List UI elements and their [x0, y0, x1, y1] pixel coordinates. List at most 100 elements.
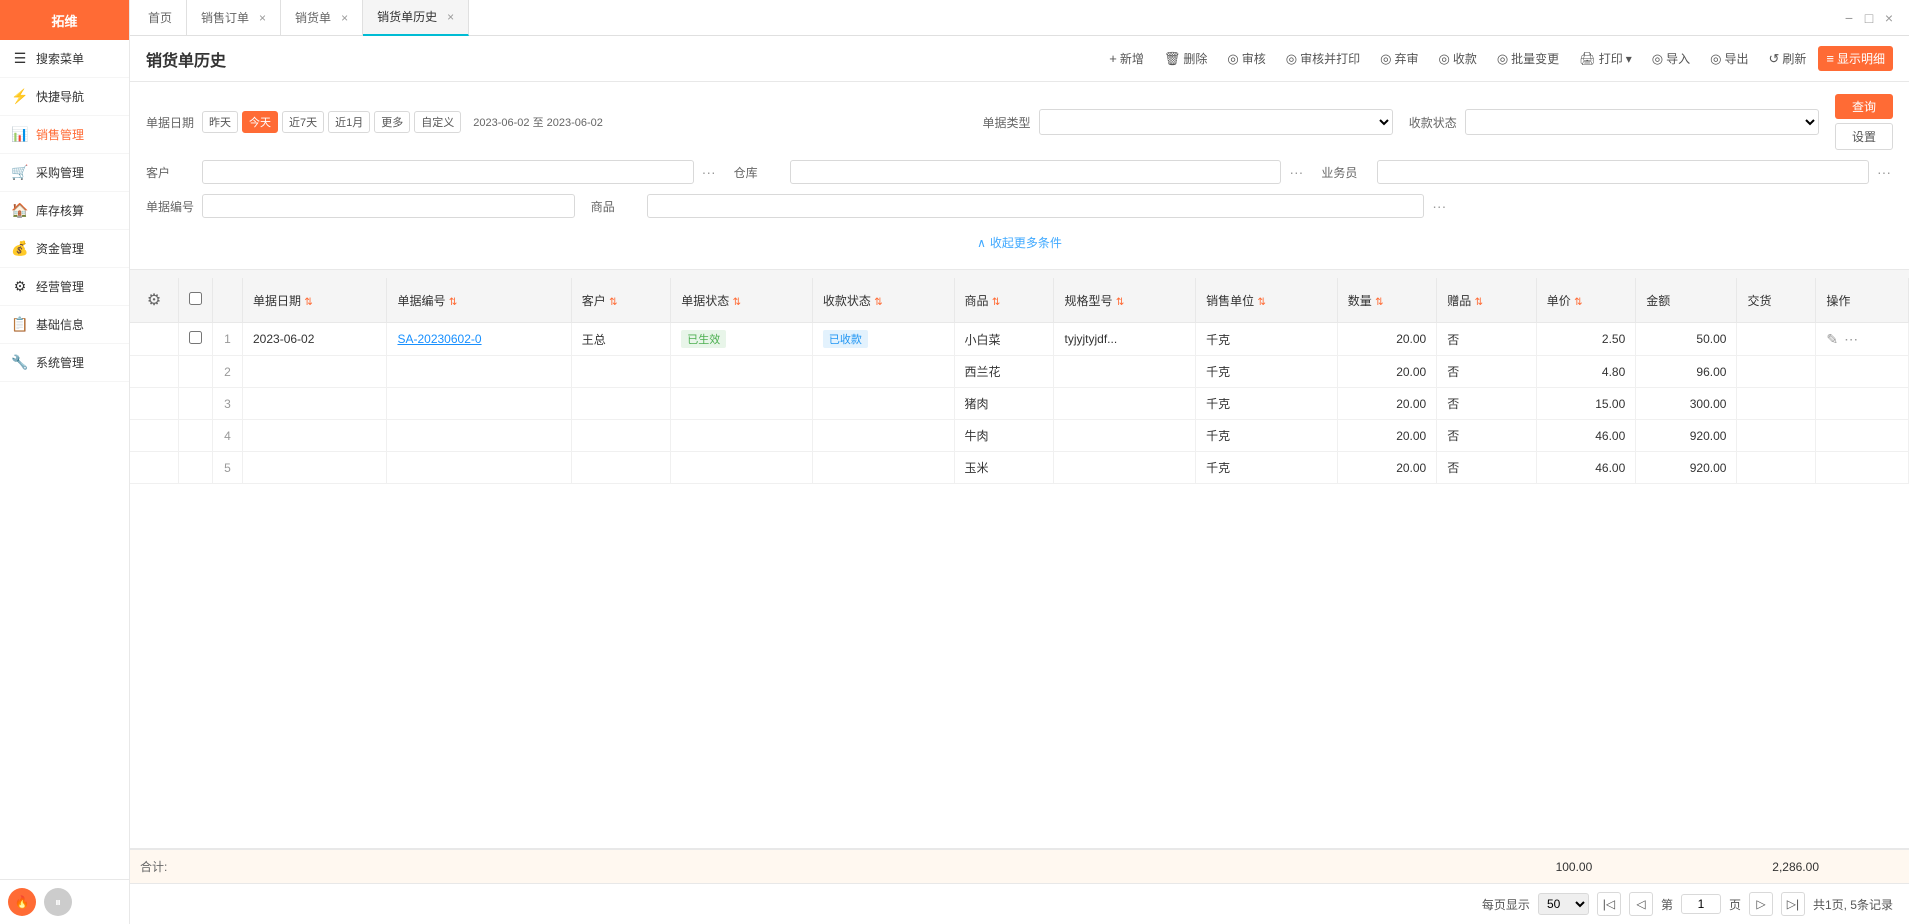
show-detail-button[interactable]: ≡ 显示明细: [1818, 46, 1893, 71]
salesperson-ellipsis-btn[interactable]: ···: [1875, 164, 1893, 180]
th-gift[interactable]: 赠品 ⇅: [1437, 278, 1537, 323]
th-unit[interactable]: 销售单位 ⇅: [1196, 278, 1338, 323]
th-checkbox[interactable]: [179, 278, 213, 323]
th-date[interactable]: 单据日期 ⇅: [243, 278, 387, 323]
tab-sales-goods[interactable]: 销货单 ×: [281, 0, 363, 36]
export-button[interactable]: ◎ 导出: [1702, 46, 1756, 71]
query-button[interactable]: 查询: [1835, 94, 1893, 119]
sidebar-item-finance-mgmt[interactable]: 💰 资金管理: [0, 230, 129, 268]
tab-close-sales-order[interactable]: ×: [259, 11, 266, 25]
goods-input[interactable]: [647, 194, 1425, 218]
goods-label: 商品: [591, 198, 641, 215]
tab-close-sales-goods[interactable]: ×: [341, 11, 348, 25]
more-action-icon-0[interactable]: ⋯: [1844, 331, 1858, 348]
sidebar-item-sales-mgmt[interactable]: 📊 销售管理: [0, 116, 129, 154]
th-collect-status[interactable]: 收款状态 ⇅: [812, 278, 954, 323]
edit-action-icon-0[interactable]: ✎: [1826, 331, 1838, 348]
tab-home[interactable]: 首页: [134, 0, 187, 36]
sidebar-item-purchase-mgmt[interactable]: 🛒 采购管理: [0, 154, 129, 192]
search-menu-icon: ☰: [12, 51, 28, 67]
th-customer[interactable]: 客户 ⇅: [571, 278, 671, 323]
doc-type-select[interactable]: [1039, 109, 1393, 135]
sidebar-item-search-menu[interactable]: ☰ 搜索菜单: [0, 40, 129, 78]
td-doc-no-4[interactable]: [387, 452, 571, 484]
pause-icon-btn[interactable]: ⏸: [44, 888, 72, 916]
th-doc-status[interactable]: 单据状态 ⇅: [671, 278, 813, 323]
add-icon: +: [1109, 51, 1117, 66]
date-range-buttons: 昨天 今天 近7天 近1月 更多 自定义: [202, 111, 461, 133]
th-settings[interactable]: ⚙: [130, 278, 179, 323]
td-doc-no-2[interactable]: [387, 388, 571, 420]
collect-status-select[interactable]: [1465, 109, 1819, 135]
date-btn-7days[interactable]: 近7天: [282, 111, 324, 133]
th-doc-no[interactable]: 单据编号 ⇅: [387, 278, 571, 323]
td-check-1[interactable]: [179, 356, 213, 388]
td-action-0: ✎⋯: [1816, 323, 1909, 356]
th-quantity[interactable]: 数量 ⇅: [1337, 278, 1437, 323]
sidebar-item-operation-mgmt[interactable]: ⚙ 经营管理: [0, 268, 129, 306]
td-action-4: [1816, 452, 1909, 484]
table-settings-icon[interactable]: ⚙: [140, 286, 168, 314]
abandon-button[interactable]: ◎ 弃审: [1372, 46, 1426, 71]
prev-page-btn[interactable]: ◁: [1629, 892, 1653, 916]
table-row: 4 牛肉 千克 20.00 否 46.00 920.00: [130, 420, 1909, 452]
maximize-btn[interactable]: □: [1861, 10, 1877, 26]
date-btn-today[interactable]: 今天: [242, 111, 278, 133]
page-number-input[interactable]: [1681, 894, 1721, 914]
minimize-btn[interactable]: −: [1841, 10, 1857, 26]
close-btn[interactable]: ×: [1881, 10, 1897, 26]
td-check-0[interactable]: [179, 323, 213, 356]
date-btn-more[interactable]: 更多: [374, 111, 410, 133]
settings-button[interactable]: 设置: [1835, 123, 1893, 150]
per-page-select[interactable]: 50 100 200: [1538, 893, 1589, 915]
td-doc-no-1[interactable]: [387, 356, 571, 388]
td-check-4[interactable]: [179, 452, 213, 484]
collapse-more-btn[interactable]: ∧ 收起更多条件: [146, 228, 1893, 257]
refresh-button[interactable]: ↺ 刷新: [1760, 46, 1814, 71]
td-check-3[interactable]: [179, 420, 213, 452]
import-button[interactable]: ◎ 导入: [1644, 46, 1698, 71]
tab-close-sales-history[interactable]: ×: [447, 10, 454, 24]
sidebar-item-quick-nav[interactable]: ⚡ 快捷导航: [0, 78, 129, 116]
th-price[interactable]: 单价 ⇅: [1536, 278, 1636, 323]
tab-sales-order[interactable]: 销售订单 ×: [187, 0, 281, 36]
doc-no-input[interactable]: [202, 194, 575, 218]
doc-no-link-0[interactable]: SA-20230602-0: [397, 332, 481, 346]
collect-button[interactable]: ◎ 收款: [1430, 46, 1484, 71]
date-btn-custom[interactable]: 自定义: [414, 111, 461, 133]
th-spec[interactable]: 规格型号 ⇅: [1054, 278, 1196, 323]
next-page-btn[interactable]: ▷: [1749, 892, 1773, 916]
last-page-btn[interactable]: ▷|: [1781, 892, 1805, 916]
sidebar-item-system-mgmt[interactable]: 🔧 系统管理: [0, 344, 129, 382]
sidebar-item-inventory[interactable]: 🏠 库存核算: [0, 192, 129, 230]
table-row: 1 2023-06-02 SA-20230602-0 王总 已生效 已收款 小白…: [130, 323, 1909, 356]
date-btn-yesterday[interactable]: 昨天: [202, 111, 238, 133]
tab-sales-history[interactable]: 销货单历史 ×: [363, 0, 469, 36]
td-doc-no-0[interactable]: SA-20230602-0: [387, 323, 571, 356]
first-page-btn[interactable]: |◁: [1597, 892, 1621, 916]
customer-input[interactable]: [202, 160, 694, 184]
goods-ellipsis-btn[interactable]: ···: [1430, 198, 1448, 214]
delete-button[interactable]: 🗑 删除: [1156, 46, 1216, 71]
th-goods[interactable]: 商品 ⇅: [954, 278, 1054, 323]
print-button[interactable]: 🖨 打印 ▾: [1571, 46, 1640, 71]
warehouse-ellipsis-btn[interactable]: ···: [1287, 164, 1305, 180]
td-price-3: 46.00: [1536, 420, 1636, 452]
row-checkbox-0[interactable]: [189, 331, 202, 344]
td-unit-3: 千克: [1196, 420, 1338, 452]
audit-print-button[interactable]: ◎ 审核并打印: [1278, 46, 1368, 71]
td-check-2[interactable]: [179, 388, 213, 420]
customer-ellipsis-btn[interactable]: ···: [700, 164, 718, 180]
warehouse-input[interactable]: [790, 160, 1282, 184]
select-all-checkbox[interactable]: [189, 292, 202, 305]
td-price-1: 4.80: [1536, 356, 1636, 388]
total-info: 共1页, 5条记录: [1813, 896, 1893, 913]
add-button[interactable]: + 新增: [1101, 46, 1152, 71]
fire-icon-btn[interactable]: 🔥: [8, 888, 36, 916]
date-btn-1month[interactable]: 近1月: [328, 111, 370, 133]
sidebar-item-basic-info[interactable]: 📋 基础信息: [0, 306, 129, 344]
batch-change-button[interactable]: ◎ 批量变更: [1489, 46, 1567, 71]
audit-button[interactable]: ◎ 审核: [1219, 46, 1273, 71]
td-doc-no-3[interactable]: [387, 420, 571, 452]
salesperson-input[interactable]: [1377, 160, 1869, 184]
